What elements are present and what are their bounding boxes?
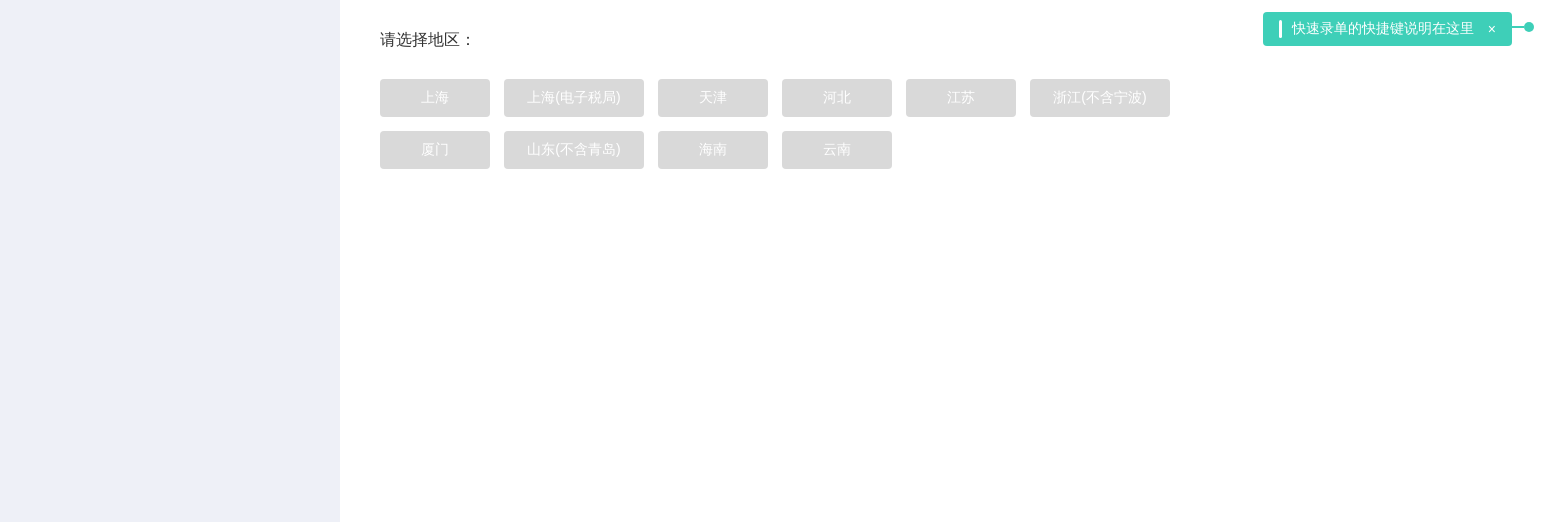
- tooltip-bar: [1279, 20, 1282, 38]
- region-btn-shanghai[interactable]: 上海: [380, 79, 490, 117]
- left-sidebar: [0, 0, 340, 522]
- main-content: 请选择地区： 上海 上海(电子税局) 天津 河北 江苏 浙江(不含宁波) 厦门 …: [340, 0, 1562, 522]
- tooltip-text: 快速录单的快捷键说明在这里: [1292, 20, 1474, 38]
- region-btn-yunnan[interactable]: 云南: [782, 131, 892, 169]
- tooltip-connector-line: [1512, 26, 1524, 28]
- region-btn-hainan[interactable]: 海南: [658, 131, 768, 169]
- region-btn-zhejiang[interactable]: 浙江(不含宁波): [1030, 79, 1170, 117]
- region-btn-jiangsu[interactable]: 江苏: [906, 79, 1016, 117]
- tooltip-close-button[interactable]: ×: [1488, 21, 1496, 37]
- region-btn-tianjin[interactable]: 天津: [658, 79, 768, 117]
- region-btn-hebei[interactable]: 河北: [782, 79, 892, 117]
- region-btn-shandong[interactable]: 山东(不含青岛): [504, 131, 644, 169]
- region-btn-xiamen[interactable]: 厦门: [380, 131, 490, 169]
- tooltip-connector-dot: [1524, 22, 1534, 32]
- region-btn-shanghai-etax[interactable]: 上海(电子税局): [504, 79, 644, 117]
- tooltip-banner: 快速录单的快捷键说明在这里 ×: [1263, 12, 1512, 46]
- region-grid: 上海 上海(电子税局) 天津 河北 江苏 浙江(不含宁波) 厦门 山东(不含青岛…: [380, 79, 1280, 169]
